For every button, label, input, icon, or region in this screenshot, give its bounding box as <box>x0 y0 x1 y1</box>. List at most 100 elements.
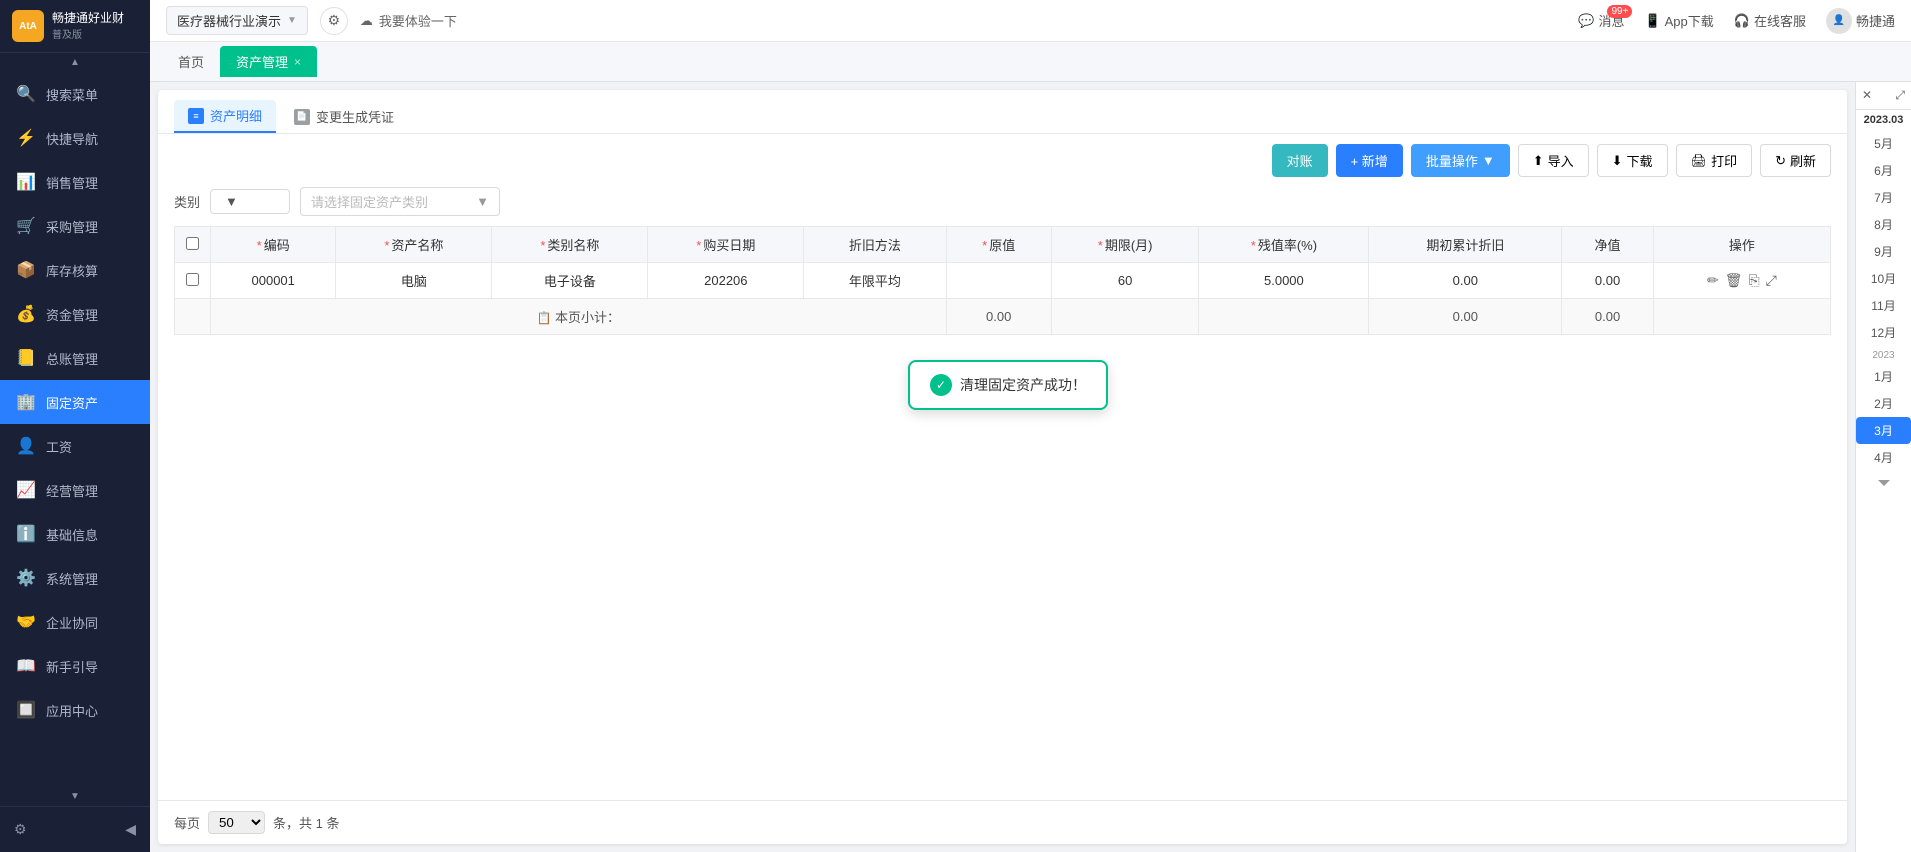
guide-icon: 📖 <box>16 656 36 676</box>
topbar: 医疗器械行业演示 ▼ ⚙ ☁ 我要体验一下 💬 消息 99+ 📱 App下载 🎧… <box>150 0 1911 42</box>
col-code: 编码 <box>264 238 290 253</box>
settings-icon[interactable]: ⚙ <box>10 817 31 842</box>
sidebar-item-sales-label: 销售管理 <box>46 173 98 192</box>
sidebar-item-ledger[interactable]: 📒 总账管理 <box>0 336 150 380</box>
cal-month-11[interactable]: 11月 <box>1856 292 1911 319</box>
tab-home[interactable]: 首页 <box>166 46 216 77</box>
download-button[interactable]: ⬇ 下载 <box>1597 144 1668 177</box>
cell-category: 电子设备 <box>492 263 648 299</box>
pagination: 每页 50 100 200 条，共 1 条 <box>158 800 1847 844</box>
select-all-checkbox[interactable] <box>186 237 199 250</box>
subtotal-label: 本页小计： <box>555 310 620 325</box>
cal-month-9[interactable]: 9月 <box>1856 238 1911 265</box>
panel-expand-icon[interactable]: ⤢ <box>1893 86 1907 105</box>
cell-code: 000001 <box>211 263 336 299</box>
sidebar-item-system[interactable]: ⚙️ 系统管理 <box>0 556 150 600</box>
sidebar-item-app-center[interactable]: 🔲 应用中心 <box>0 688 150 732</box>
sidebar-bottom: ⚙ ◀ <box>0 806 150 852</box>
delete-icon[interactable]: 🗑 <box>1725 272 1743 289</box>
user-info[interactable]: 👤 畅捷通 <box>1826 8 1895 34</box>
cal-month-4[interactable]: 4月 <box>1856 444 1911 471</box>
sub-tabs: ≡ 资产明细 📄 变更生成凭证 <box>158 90 1847 134</box>
cal-month-6[interactable]: 6月 <box>1856 157 1911 184</box>
account-button[interactable]: 对账 <box>1272 144 1328 177</box>
panel-close-icon[interactable]: ✕ <box>1860 86 1874 105</box>
funds-icon: 💰 <box>16 304 36 324</box>
sidebar-item-cooperation[interactable]: 🤝 企业协同 <box>0 600 150 644</box>
category-dropdown-chevron: ▼ <box>476 194 489 209</box>
category-dropdown-input[interactable]: 请选择固定资产类别 ▼ <box>300 187 500 216</box>
sidebar-item-funds[interactable]: 💰 资金管理 <box>0 292 150 336</box>
cal-month-7[interactable]: 7月 <box>1856 184 1911 211</box>
asset-table-container: *编码 *资产名称 *类别名称 *购买日期 折旧方法 *原值 *期限(月) *残… <box>158 226 1847 800</box>
sub-tab-voucher-gen[interactable]: 📄 变更生成凭证 <box>280 100 408 133</box>
sidebar-scroll-up[interactable]: ▲ <box>0 53 150 72</box>
sidebar-scroll-down[interactable]: ▼ <box>0 787 150 806</box>
online-service-button[interactable]: 🎧 在线客服 <box>1734 11 1806 30</box>
cal-month-10[interactable]: 10月 <box>1856 265 1911 292</box>
sidebar-item-sales[interactable]: 📊 销售管理 <box>0 160 150 204</box>
sidebar-item-guide-label: 新手引导 <box>46 657 98 676</box>
cell-net-value: 0.00 <box>1562 263 1654 299</box>
app-edition-label: 普及版 <box>52 26 124 41</box>
toolbar-right: 对账 + 新增 批量操作 ▼ ⬆ 导入 ⬇ 下载 <box>1272 144 1831 177</box>
app-download-button[interactable]: 📱 App下载 <box>1644 11 1713 30</box>
per-page-select[interactable]: 50 100 200 <box>208 811 265 834</box>
import-button[interactable]: ⬆ 导入 <box>1518 144 1589 177</box>
sidebar-item-purchase[interactable]: 🛒 采购管理 <box>0 204 150 248</box>
message-button[interactable]: 💬 消息 99+ <box>1578 11 1624 30</box>
refresh-label: 刷新 <box>1790 151 1816 170</box>
asset-list-tab-icon: ≡ <box>188 108 204 124</box>
cal-month-3-current[interactable]: 3月 <box>1856 417 1911 444</box>
sidebar-item-search[interactable]: 🔍 搜索菜单 <box>0 72 150 116</box>
copy-icon[interactable]: ⎘ <box>1748 272 1759 289</box>
category-select-chevron: ▼ <box>225 194 238 209</box>
calendar-down-arrow[interactable] <box>1856 471 1911 498</box>
edit-icon[interactable]: ✏ <box>1707 272 1719 289</box>
cal-month-8[interactable]: 8月 <box>1856 211 1911 238</box>
expand-icon[interactable]: ⤢ <box>1766 272 1777 289</box>
voucher-gen-tab-label: 变更生成凭证 <box>316 107 394 126</box>
online-service-label: 在线客服 <box>1754 11 1806 30</box>
col-period: 期限(月) <box>1105 238 1153 253</box>
company-selector[interactable]: 医疗器械行业演示 ▼ <box>166 6 308 35</box>
refresh-button[interactable]: ↻ 刷新 <box>1760 144 1831 177</box>
cal-month-1[interactable]: 1月 <box>1856 363 1911 390</box>
new-label: + 新增 <box>1351 151 1388 170</box>
collapse-icon[interactable]: ◀ <box>121 817 140 842</box>
sidebar-item-inventory[interactable]: 📦 库存核算 <box>0 248 150 292</box>
company-settings-icon[interactable]: ⚙ <box>320 7 348 35</box>
quicknav-icon: ⚡ <box>16 128 36 148</box>
print-button[interactable]: 🖨 打印 <box>1676 144 1753 177</box>
cal-month-5[interactable]: 5月 <box>1856 130 1911 157</box>
sidebar-item-guide[interactable]: 📖 新手引导 <box>0 644 150 688</box>
col-accumulated-dep: 期初累计折旧 <box>1426 238 1504 253</box>
batch-ops-label: 批量操作 <box>1426 151 1478 170</box>
category-select[interactable]: ▼ <box>210 189 290 214</box>
sidebar-item-payroll[interactable]: 👤 工资 <box>0 424 150 468</box>
batch-ops-button[interactable]: 批量操作 ▼ <box>1411 144 1510 177</box>
purchase-icon: 🛒 <box>16 216 36 236</box>
sidebar-item-funds-label: 资金管理 <box>46 305 98 324</box>
cal-month-2[interactable]: 2月 <box>1856 390 1911 417</box>
sidebar-item-basic-info[interactable]: ℹ️ 基础信息 <box>0 512 150 556</box>
sidebar-logo: AtA 畅捷通好业财 普及版 <box>0 0 150 53</box>
main-toolbar: 对账 + 新增 批量操作 ▼ ⬆ 导入 ⬇ 下载 <box>158 134 1847 187</box>
experience-link[interactable]: ☁ 我要体验一下 <box>360 11 457 30</box>
print-icon: 🖨 <box>1691 153 1708 169</box>
sidebar-item-operations[interactable]: 📈 经营管理 <box>0 468 150 512</box>
new-button[interactable]: + 新增 <box>1336 144 1403 177</box>
cell-purchase-date: 202206 <box>648 263 804 299</box>
sidebar-item-payroll-label: 工资 <box>46 437 72 456</box>
sidebar-item-fixed-assets[interactable]: 🏢 固定资产 <box>0 380 150 424</box>
sidebar-item-app-center-label: 应用中心 <box>46 701 98 720</box>
row-checkbox[interactable] <box>186 273 199 286</box>
tab-close-icon[interactable]: × <box>294 55 301 69</box>
tab-asset-management[interactable]: 资产管理 × <box>220 46 317 77</box>
import-icon: ⬆ <box>1533 153 1544 169</box>
ledger-icon: 📒 <box>16 348 36 368</box>
cal-month-12[interactable]: 12月 <box>1856 319 1911 346</box>
sub-tab-asset-list[interactable]: ≡ 资产明细 <box>174 100 276 133</box>
sidebar-item-quicknav[interactable]: ⚡ 快捷导航 <box>0 116 150 160</box>
logo-text-group: 畅捷通好业财 普及版 <box>52 11 124 42</box>
